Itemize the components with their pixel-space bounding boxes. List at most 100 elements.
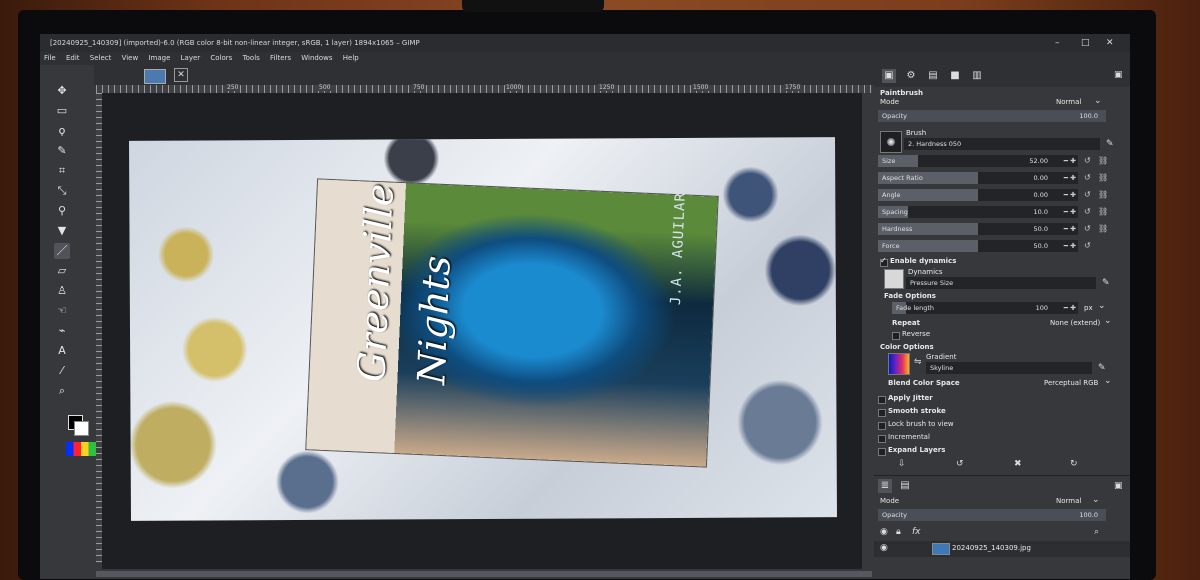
lasso-tool-icon[interactable]: ϙ (54, 123, 70, 139)
layer-row[interactable]: ◉ 20240925_140309.jpg (874, 541, 1130, 557)
close-button[interactable]: ✕ (1106, 34, 1114, 52)
fade-length-stepper[interactable]: ━ ✚ (1064, 302, 1076, 314)
close-image-icon[interactable]: ✕ (174, 68, 188, 82)
force-stepper[interactable]: ━ ✚ (1064, 240, 1076, 252)
size-stepper[interactable]: ━ ✚ (1064, 155, 1076, 167)
menu-select[interactable]: Select (86, 52, 116, 65)
edit-gradient-icon[interactable]: ✎ (1098, 363, 1106, 373)
brush-field[interactable]: 2. Hardness 050 (904, 138, 1100, 150)
chain-icon[interactable]: ⛓ (1098, 207, 1108, 216)
color-picker-tool-icon[interactable]: ⁄ (54, 363, 70, 379)
layers-opacity-slider[interactable]: Opacity 100.0 (878, 509, 1106, 521)
lock-icon[interactable]: 🔒︎ (896, 527, 901, 537)
fade-unit-select[interactable]: px (1084, 304, 1093, 312)
tool-options-tab-icon[interactable]: ▣ (882, 69, 896, 83)
gradient-reverse-icon[interactable]: ⇋ (914, 357, 922, 367)
dynamics-preview[interactable] (884, 269, 904, 289)
crop-tool-icon[interactable]: ⌗ (54, 163, 70, 179)
edit-dynamics-icon[interactable]: ✎ (1102, 278, 1110, 288)
maximize-button[interactable]: □ (1081, 34, 1090, 52)
hardness-slider[interactable]: Hardness 50.0 ━ ✚ (878, 223, 1078, 235)
rect-select-tool-icon[interactable]: ▭ (54, 103, 70, 119)
incremental-checkbox[interactable] (878, 435, 886, 443)
chevron-down-icon[interactable]: ⌄ (1104, 316, 1112, 326)
fade-length-slider[interactable]: Fade length 100 ━ ✚ (892, 302, 1078, 314)
reset-options-icon[interactable]: ↻ (1070, 459, 1078, 469)
reset-icon[interactable]: ↺ (1084, 241, 1091, 250)
chain-icon[interactable]: ⛓ (1098, 156, 1108, 165)
color-swatch-icon[interactable] (66, 442, 96, 456)
paintbrush-tool-icon[interactable]: ／ (54, 243, 70, 259)
horizontal-scrollbar[interactable] (96, 571, 872, 577)
layers-mode-select[interactable]: Normal (1056, 497, 1081, 505)
fuzzy-select-tool-icon[interactable]: ✎ (54, 143, 70, 159)
menu-colors[interactable]: Colors (206, 52, 236, 65)
dock-menu-icon[interactable]: ▣ (1114, 70, 1123, 80)
menu-layer[interactable]: Layer (177, 52, 205, 65)
hardness-stepper[interactable]: ━ ✚ (1064, 223, 1076, 235)
gradient-preview[interactable] (888, 353, 910, 375)
undo-history-tab-icon[interactable]: ▤ (926, 69, 940, 83)
image-canvas[interactable]: Greenville Nights J.A. AGUILAR (102, 93, 862, 569)
fx-icon[interactable]: fx (912, 527, 921, 537)
edit-brush-icon[interactable]: ✎ (1106, 139, 1114, 149)
eraser-tool-icon[interactable]: ▱ (54, 263, 70, 279)
aspect-ratio-stepper[interactable]: ━ ✚ (1064, 172, 1076, 184)
chevron-down-icon[interactable]: ⌄ (1092, 495, 1100, 505)
save-options-icon[interactable]: ⇩ (898, 459, 906, 469)
layers-tab-icon[interactable]: ≣ (878, 479, 892, 493)
text-tool-icon[interactable]: A (54, 343, 70, 359)
opacity-slider[interactable]: Opacity 100.0 (878, 110, 1106, 122)
mode-select[interactable]: Normal (1056, 98, 1081, 106)
zoom-tool-icon[interactable]: ⌕ (54, 383, 70, 399)
palette-tab-icon[interactable]: ▥ (970, 69, 984, 83)
reset-icon[interactable]: ↺ (1084, 190, 1091, 199)
menu-file[interactable]: File (40, 52, 60, 65)
menu-edit[interactable]: Edit (62, 52, 84, 65)
spacing-stepper[interactable]: ━ ✚ (1064, 206, 1076, 218)
clone-tool-icon[interactable]: ♙ (54, 283, 70, 299)
blend-color-space-select[interactable]: Perceptual RGB (1044, 379, 1098, 387)
menu-tools[interactable]: Tools (239, 52, 264, 65)
smudge-tool-icon[interactable]: ☜ (54, 303, 70, 319)
enable-dynamics-checkbox[interactable] (880, 256, 888, 267)
bucket-fill-tool-icon[interactable]: ▼ (54, 223, 70, 239)
chevron-down-icon[interactable]: ⌄ (1104, 376, 1112, 386)
chain-icon[interactable]: ⛓ (1098, 190, 1108, 199)
device-status-tab-icon[interactable]: ⚙ (904, 69, 918, 83)
reset-icon[interactable]: ↺ (1084, 224, 1091, 233)
reset-icon[interactable]: ↺ (1084, 156, 1091, 165)
reset-icon[interactable]: ↺ (1084, 207, 1091, 216)
lock-brush-checkbox[interactable] (878, 422, 886, 430)
transform-tool-icon[interactable]: ⤡ (54, 183, 70, 199)
reverse-checkbox[interactable] (892, 332, 900, 340)
images-tab-icon[interactable]: ■ (948, 69, 962, 83)
warp-tool-icon[interactable]: ⚲ (54, 203, 70, 219)
image-tab-thumbnail[interactable] (144, 69, 166, 84)
menu-view[interactable]: View (118, 52, 143, 65)
minimize-button[interactable]: – (1055, 34, 1060, 52)
aspect-ratio-slider[interactable]: Aspect Ratio 0.00 ━ ✚ (878, 172, 1078, 184)
menu-help[interactable]: Help (339, 52, 363, 65)
angle-slider[interactable]: Angle 0.00 ━ ✚ (878, 189, 1078, 201)
eye-icon[interactable]: ◉ (880, 527, 888, 537)
apply-jitter-checkbox[interactable] (878, 396, 886, 404)
menu-image[interactable]: Image (144, 52, 174, 65)
menu-filters[interactable]: Filters (266, 52, 295, 65)
search-icon[interactable]: ⌕ (1094, 527, 1099, 537)
background-color[interactable] (74, 421, 89, 436)
spacing-slider[interactable]: Spacing 10.0 ━ ✚ (878, 206, 1078, 218)
size-slider[interactable]: Size 52.00 ━ ✚ (878, 155, 1078, 167)
angle-stepper[interactable]: ━ ✚ (1064, 189, 1076, 201)
chevron-down-icon[interactable]: ⌄ (1094, 96, 1102, 106)
chevron-down-icon[interactable]: ⌄ (1098, 301, 1106, 311)
chain-icon[interactable]: ⛓ (1098, 224, 1108, 233)
layer-visibility-icon[interactable]: ◉ (880, 543, 888, 553)
delete-options-icon[interactable]: ✖ (1014, 459, 1022, 469)
dynamics-field[interactable]: Pressure Size (906, 277, 1096, 289)
brush-preview[interactable] (880, 131, 902, 153)
paths-tool-icon[interactable]: ⌁ (54, 323, 70, 339)
gradient-field[interactable]: Skyline (926, 362, 1092, 374)
smooth-stroke-checkbox[interactable] (878, 409, 886, 417)
restore-options-icon[interactable]: ↺ (956, 459, 964, 469)
